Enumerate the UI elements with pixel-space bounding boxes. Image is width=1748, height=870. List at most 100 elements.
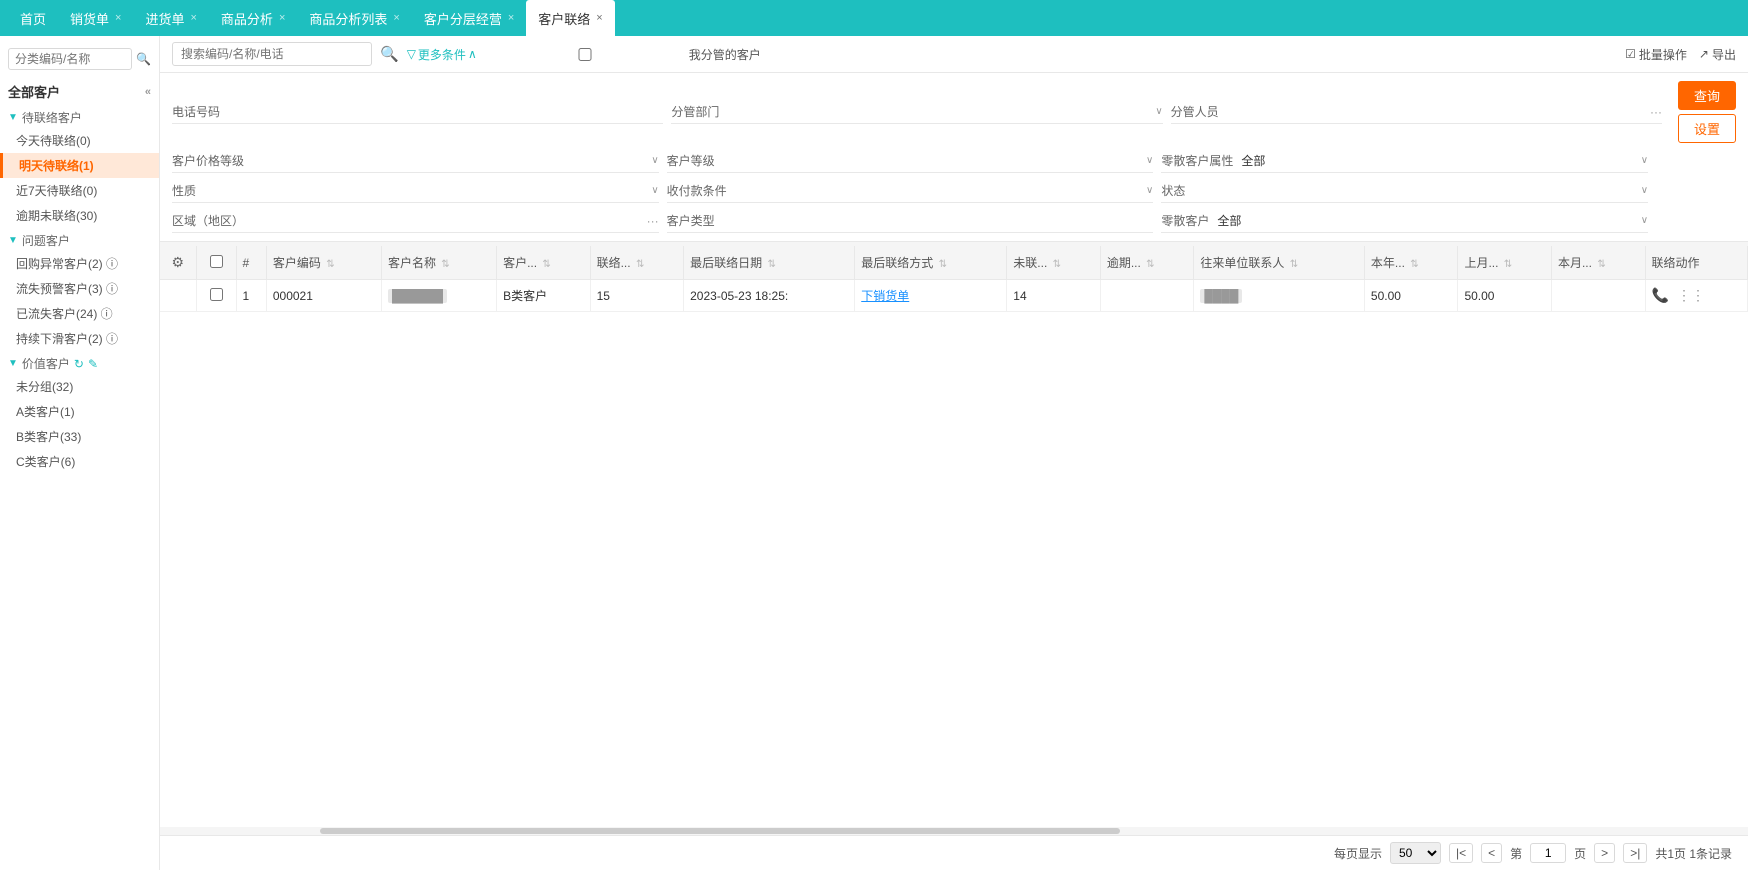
td-last-date: 2023-05-23 18:25:	[684, 280, 855, 312]
close-customer-contact-icon[interactable]: ×	[596, 12, 602, 24]
sidebar-search-icon[interactable]: 🔍	[136, 52, 151, 66]
nav-sales[interactable]: 销货单 ×	[58, 0, 133, 36]
search-input[interactable]	[172, 42, 372, 66]
th-unit-contact[interactable]: 往来单位联系人 ⇅	[1194, 246, 1365, 280]
payment-arrow[interactable]: ∨	[1146, 185, 1153, 196]
my-customers-checkbox[interactable]	[485, 48, 685, 61]
sidebar-item-c-class[interactable]: C类客户(6)	[0, 449, 159, 474]
price-level-arrow[interactable]: ∨	[651, 155, 658, 166]
page-size-select[interactable]: 10 20 50 100	[1390, 842, 1441, 864]
sidebar-item-today[interactable]: 今天待联络(0)	[0, 128, 159, 153]
refresh-icon[interactable]: ↻	[74, 357, 84, 371]
th-gear[interactable]: ⚙	[160, 246, 196, 280]
batch-op-btn[interactable]: ☑ 批量操作	[1625, 46, 1687, 63]
th-last-way[interactable]: 最后联络方式 ⇅	[855, 246, 1007, 280]
close-purchase-icon[interactable]: ×	[190, 12, 196, 24]
area-dots-icon[interactable]: ···	[647, 214, 659, 228]
close-goods-list-icon[interactable]: ×	[393, 12, 399, 24]
sidebar-group-value[interactable]: ▼ 价值客户 ↻ ✎	[0, 351, 159, 374]
sidebar-item-overdue[interactable]: 逾期未联络(30)	[0, 203, 159, 228]
next-page-btn[interactable]: >	[1594, 843, 1615, 863]
th-this-month[interactable]: 本月... ⇅	[1551, 246, 1645, 280]
more-filter-btn[interactable]: ▽ 更多条件 ∧	[407, 46, 477, 63]
last-way-link[interactable]: 下销货单	[861, 289, 909, 303]
close-customer-tier-icon[interactable]: ×	[508, 12, 514, 24]
th-last-date[interactable]: 最后联络日期 ⇅	[684, 246, 855, 280]
sidebar-item-ungroups[interactable]: 未分组(32)	[0, 374, 159, 399]
scrollbar-thumb[interactable]	[320, 828, 1120, 834]
sidebar-item-churned[interactable]: 已流失客户(24) ⓘ	[0, 301, 159, 326]
sort-this-year-icon: ⇅	[1410, 259, 1418, 270]
sidebar-item-repurchase-abnormal[interactable]: 回购异常客户(2) ⓘ	[0, 251, 159, 276]
sort-type-icon: ⇅	[542, 259, 550, 270]
status-arrow[interactable]: ∨	[1641, 185, 1648, 196]
sidebar-group-pending[interactable]: ▼ 待联络客户	[0, 105, 159, 128]
close-goods-analysis-icon[interactable]: ×	[279, 12, 285, 24]
retail-attr-arrow[interactable]: ∨	[1641, 155, 1648, 166]
th-code[interactable]: 客户编码 ⇅	[266, 246, 381, 280]
gear-icon: ⚙	[171, 254, 184, 270]
filter-row-4: 区域（地区） ··· 客户类型 零散客户 全部 ∨	[172, 209, 1736, 233]
close-sales-icon[interactable]: ×	[115, 12, 121, 24]
nav-goods-analysis[interactable]: 商品分析 ×	[209, 0, 297, 36]
table-scrollbar[interactable]	[160, 827, 1748, 835]
edit-icon[interactable]: ✎	[88, 357, 98, 371]
sidebar-item-b-class[interactable]: B类客户(33)	[0, 424, 159, 449]
td-overdue	[1100, 280, 1194, 312]
th-this-year[interactable]: 本年... ⇅	[1364, 246, 1458, 280]
sidebar-item-7days[interactable]: 近7天待联络(0)	[0, 178, 159, 203]
action-menu-icon[interactable]: ⋮⋮	[1677, 287, 1705, 304]
sidebar-item-a-class[interactable]: A类客户(1)	[0, 399, 159, 424]
sidebar-item-tomorrow[interactable]: 明天待联络(1)	[0, 153, 159, 178]
sidebar-item-declining[interactable]: 持续下滑客户(2) ⓘ	[0, 326, 159, 351]
sort-this-month-icon: ⇅	[1597, 259, 1605, 270]
td-last-way[interactable]: 下销货单	[855, 280, 1007, 312]
retail-customer-arrow[interactable]: ∨	[1641, 215, 1648, 226]
sort-unit-contact-icon: ⇅	[1290, 259, 1298, 270]
prev-page-btn[interactable]: <	[1481, 843, 1502, 863]
all-customers-header[interactable]: 全部客户 «	[0, 78, 159, 105]
row-checkbox[interactable]	[210, 288, 223, 301]
page-input[interactable]	[1530, 843, 1566, 863]
th-contact[interactable]: 联络... ⇅	[590, 246, 684, 280]
search-icon[interactable]: 🔍	[380, 45, 399, 63]
th-checkbox[interactable]	[196, 246, 236, 280]
customer-level-arrow[interactable]: ∨	[1146, 155, 1153, 166]
nav-goods-analysis-list[interactable]: 商品分析列表 ×	[297, 0, 411, 36]
sidebar-search-input[interactable]	[8, 48, 132, 70]
query-btn[interactable]: 查询	[1678, 81, 1736, 110]
nature-arrow[interactable]: ∨	[651, 185, 658, 196]
last-page-btn[interactable]: >|	[1623, 843, 1647, 863]
td-this-year: 50.00	[1364, 280, 1458, 312]
filter-icon: ▽	[407, 47, 416, 61]
dept-arrow-icon[interactable]: ∨	[1155, 106, 1162, 117]
th-overdue[interactable]: 逾期... ⇅	[1100, 246, 1194, 280]
customer-table: ⚙ # 客户编码 ⇅ 客户名称 ⇅ 客户... ⇅ 联络... ⇅ 最后联络日期…	[160, 246, 1748, 312]
filter-person: 分管人员 ···	[1171, 100, 1662, 124]
th-last-month[interactable]: 上月... ⇅	[1458, 246, 1552, 280]
my-customers-checkbox-label[interactable]: 我分管的客户	[485, 46, 761, 63]
nav-home[interactable]: 首页	[8, 0, 58, 36]
area-label: 区域（地区）	[172, 212, 244, 229]
sidebar-group-problem[interactable]: ▼ 问题客户	[0, 228, 159, 251]
export-label: 导出	[1712, 46, 1736, 63]
action-phone-icon[interactable]: 📞	[1652, 287, 1669, 304]
nav-customer-contact[interactable]: 客户联络 ×	[526, 0, 614, 36]
first-page-btn[interactable]: |<	[1449, 843, 1473, 863]
nav-customer-tier[interactable]: 客户分层经营 ×	[412, 0, 526, 36]
sidebar-group-value-label: 价值客户	[22, 355, 70, 372]
filter-row-2: 客户价格等级 ∨ 客户等级 ∨ 零散客户属性 全部 ∨	[172, 149, 1736, 173]
th-uncontacted[interactable]: 未联... ⇅	[1007, 246, 1101, 280]
retail-attr-value[interactable]: 全部	[1241, 152, 1636, 169]
td-checkbox[interactable]	[196, 280, 236, 312]
person-dots-icon[interactable]: ···	[1650, 105, 1662, 119]
select-all-checkbox[interactable]	[210, 255, 223, 268]
sidebar-item-churn-warning[interactable]: 流失预警客户(3) ⓘ	[0, 276, 159, 301]
settings-btn[interactable]: 设置	[1678, 114, 1736, 143]
th-type[interactable]: 客户... ⇅	[497, 246, 591, 280]
export-btn[interactable]: ↗ 导出	[1699, 46, 1736, 63]
collapse-icon[interactable]: «	[145, 86, 151, 98]
th-name[interactable]: 客户名称 ⇅	[381, 246, 496, 280]
nav-purchase[interactable]: 进货单 ×	[133, 0, 208, 36]
retail-customer-value[interactable]: 全部	[1217, 212, 1636, 229]
